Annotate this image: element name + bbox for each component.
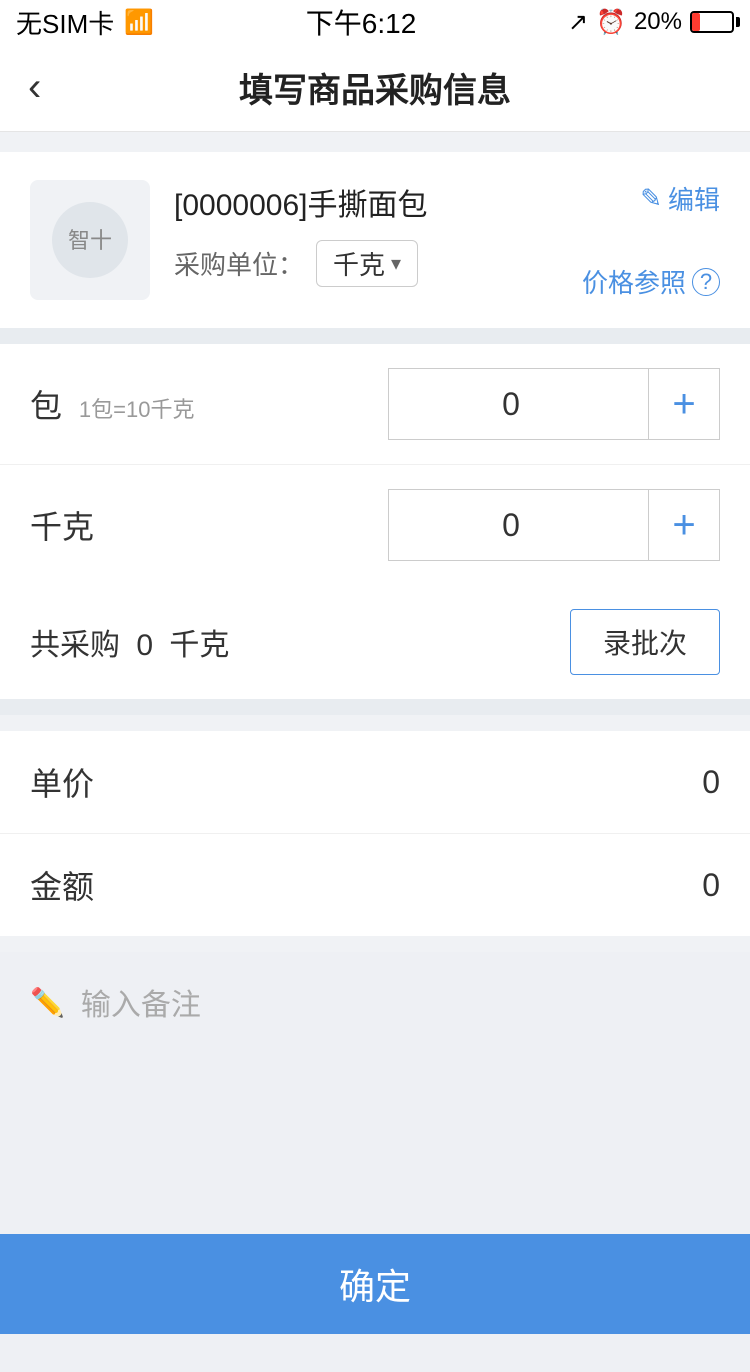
unit-value: 千克 bbox=[333, 245, 385, 282]
battery-fill bbox=[692, 13, 700, 31]
product-image: 智十 bbox=[30, 180, 150, 300]
batch-button[interactable]: 录批次 bbox=[570, 609, 720, 675]
unit-selector[interactable]: 千克 ▾ bbox=[316, 240, 418, 287]
bao-input-row: 包 1包=10千克 + bbox=[0, 344, 750, 465]
bao-label-group: 包 1包=10千克 bbox=[30, 381, 194, 427]
help-icon: ? bbox=[692, 268, 720, 296]
unit-price-row: 单价 0 bbox=[0, 731, 750, 834]
amount-label: 金额 bbox=[30, 862, 94, 908]
page-title: 填写商品采购信息 bbox=[239, 63, 511, 112]
unit-label: 采购单位： bbox=[174, 245, 304, 282]
input-section: 包 1包=10千克 + 千克 + bbox=[0, 344, 750, 585]
product-logo: 智十 bbox=[50, 200, 130, 280]
wifi-icon: 📶 bbox=[124, 8, 154, 37]
confirm-button[interactable]: 确定 bbox=[0, 1234, 750, 1334]
bao-plus-button[interactable]: + bbox=[648, 368, 720, 440]
bao-input-right: + bbox=[388, 368, 720, 440]
edit-button[interactable]: ✎ 编辑 bbox=[640, 180, 720, 217]
edit-icon: ✎ bbox=[640, 183, 662, 214]
status-bar: 无SIM卡 📶 下午6:12 ↗ ⏰ 20% bbox=[0, 0, 750, 44]
kg-quantity-input[interactable] bbox=[388, 489, 648, 561]
bao-quantity-input[interactable] bbox=[388, 368, 648, 440]
svg-text:智十: 智十 bbox=[68, 228, 112, 253]
battery-icon bbox=[690, 11, 734, 33]
section-divider-2 bbox=[0, 699, 750, 715]
time-label: 下午6:12 bbox=[306, 2, 417, 42]
summary-text: 共采购 0 千克 bbox=[30, 620, 229, 664]
unit-price-value: 0 bbox=[702, 764, 720, 801]
section-divider-1 bbox=[0, 328, 750, 344]
nav-bar: ‹ 填写商品采购信息 bbox=[0, 44, 750, 132]
status-right: ↗ ⏰ 20% bbox=[568, 8, 734, 37]
remark-placeholder: 输入备注 bbox=[81, 980, 201, 1024]
alarm-icon: ⏰ bbox=[596, 8, 626, 37]
kg-input-right: + bbox=[388, 489, 720, 561]
unit-price-label: 单价 bbox=[30, 759, 94, 805]
back-button[interactable]: ‹ bbox=[28, 65, 41, 110]
amount-row: 金额 0 bbox=[0, 834, 750, 936]
dropdown-arrow-icon: ▾ bbox=[391, 251, 401, 276]
status-left: 无SIM卡 📶 bbox=[16, 4, 154, 41]
summary-row: 共采购 0 千克 录批次 bbox=[0, 585, 750, 699]
kg-label: 千克 bbox=[30, 509, 94, 545]
summary-amount: 0 bbox=[136, 629, 153, 662]
bao-sublabel: 1包=10千克 bbox=[79, 397, 195, 422]
kg-input-row: 千克 + bbox=[0, 465, 750, 585]
kg-plus-button[interactable]: + bbox=[648, 489, 720, 561]
product-card: 智十 [0000006]手撕面包 采购单位： 千克 ▾ ✎ 编辑 价格参照 ? bbox=[0, 152, 750, 328]
price-ref-button[interactable]: 价格参照 ? bbox=[582, 263, 720, 300]
amount-value: 0 bbox=[702, 867, 720, 904]
price-section: 单价 0 金额 0 bbox=[0, 731, 750, 936]
battery-percent: 20% bbox=[634, 8, 682, 36]
location-icon: ↗ bbox=[568, 8, 588, 37]
product-name: [0000006]手撕面包 bbox=[174, 180, 720, 224]
kg-label-group: 千克 bbox=[30, 502, 94, 548]
bao-label: 包 bbox=[30, 388, 62, 424]
remark-section[interactable]: ✏️ 输入备注 bbox=[0, 952, 750, 1052]
carrier-label: 无SIM卡 bbox=[16, 4, 114, 41]
pencil-icon: ✏️ bbox=[30, 986, 65, 1019]
